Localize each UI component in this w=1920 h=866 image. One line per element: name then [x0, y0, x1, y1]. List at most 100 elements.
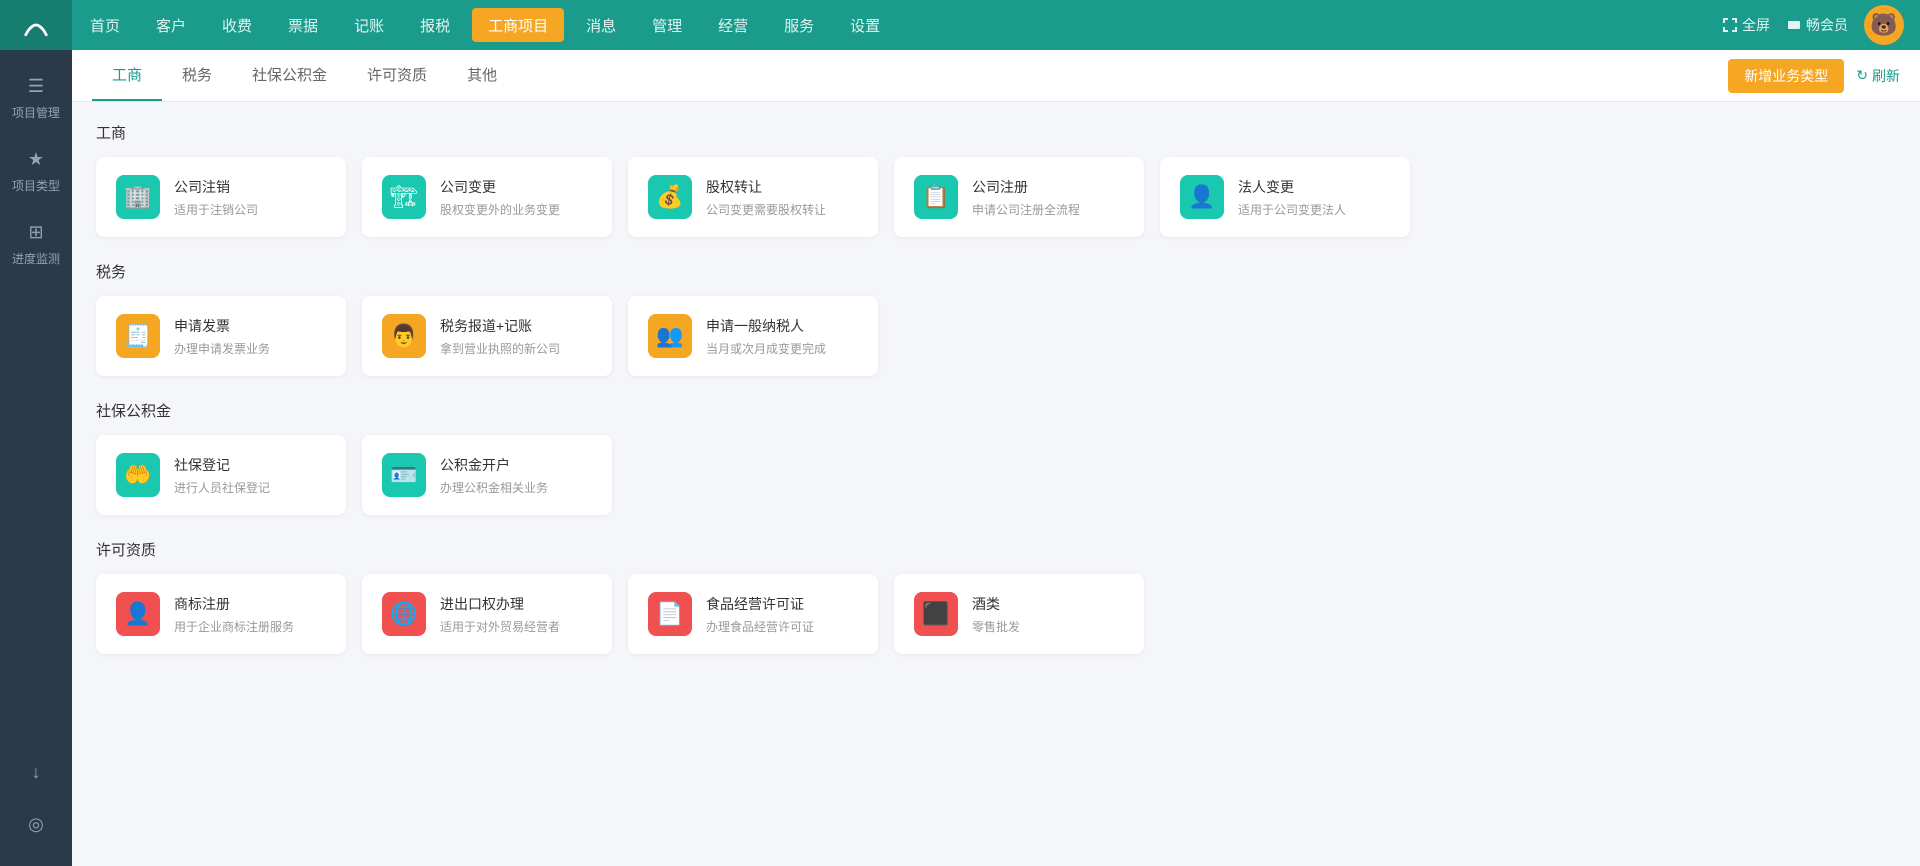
nav-item-消息[interactable]: 消息 — [568, 0, 634, 50]
sidebar-item-进度监测[interactable]: ⊞进度监测 — [0, 206, 72, 279]
top-navigation: 首页客户收费票据记账报税工商项目消息管理经营服务设置 全屏 畅会员 🐻 — [0, 0, 1920, 50]
tab-其他[interactable]: 其他 — [447, 50, 517, 101]
scroll-content: 工商🏢公司注销适用于注销公司🏗公司变更股权变更外的业务变更💰股权转让公司变更需要… — [72, 102, 1920, 866]
sidebar-item-项目类型[interactable]: ★项目类型 — [0, 133, 72, 206]
sidebar: ☰项目管理★项目类型⊞进度监测 ↓ ◎ — [0, 50, 72, 866]
tab-税务[interactable]: 税务 — [162, 50, 232, 101]
card-name: 进出口权办理 — [440, 594, 560, 614]
service-card-公司变更[interactable]: 🏗 公司变更股权变更外的业务变更 — [362, 157, 612, 237]
section-社保公积金: 社保公积金🤲社保登记进行人员社保登记🪪公积金开户办理公积金相关业务 — [96, 400, 1896, 515]
cards-grid: 👤 商标注册用于企业商标注册服务 🌐 进出口权办理适用于对外贸易经营者 📄 食品经营许可证… — [96, 574, 1896, 654]
card-desc: 拿到营业执照的新公司 — [440, 340, 560, 357]
vip-btn[interactable]: 畅会员 — [1786, 15, 1848, 35]
card-desc: 办理公积金相关业务 — [440, 479, 548, 496]
card-name: 商标注册 — [174, 594, 294, 614]
nav-item-服务[interactable]: 服务 — [766, 0, 832, 50]
nav-item-工商项目[interactable]: 工商项目 — [472, 8, 564, 42]
nav-item-首页[interactable]: 首页 — [72, 0, 138, 50]
card-name: 申请一般纳税人 — [706, 316, 826, 336]
tab-许可资质[interactable]: 许可资质 — [347, 50, 447, 101]
card-icon: 👤 — [116, 592, 160, 636]
card-name: 公积金开户 — [440, 455, 548, 475]
logo[interactable] — [0, 0, 72, 50]
service-card-申请发票[interactable]: 🧾 申请发票办理申请发票业务 — [96, 296, 346, 376]
nav-item-记账[interactable]: 记账 — [336, 0, 402, 50]
sidebar-icon: ☰ — [22, 72, 50, 100]
nav-item-客户[interactable]: 客户 — [138, 0, 204, 50]
fullscreen-btn[interactable]: 全屏 — [1722, 15, 1770, 35]
card-name: 税务报道+记账 — [440, 316, 560, 336]
card-name: 申请发票 — [174, 316, 270, 336]
section-许可资质: 许可资质 👤 商标注册用于企业商标注册服务 🌐 进出口权办理适用于对外贸易经营者 📄 食品经… — [96, 539, 1896, 654]
card-info: 申请发票办理申请发票业务 — [174, 316, 270, 357]
card-name: 食品经营许可证 — [706, 594, 814, 614]
card-desc: 适用于注销公司 — [174, 201, 258, 218]
section-工商: 工商🏢公司注销适用于注销公司🏗公司变更股权变更外的业务变更💰股权转让公司变更需要… — [96, 122, 1896, 237]
card-info: 公司注册申请公司注册全流程 — [972, 177, 1080, 218]
add-type-button[interactable]: 新增业务类型 — [1728, 59, 1844, 93]
service-card-公积金开户[interactable]: 🪪公积金开户办理公积金相关业务 — [362, 435, 612, 515]
sidebar-bottom-item[interactable]: ◎ — [0, 798, 72, 850]
section-title: 税务 — [96, 261, 1896, 282]
nav-item-经营[interactable]: 经营 — [700, 0, 766, 50]
card-info: 进出口权办理适用于对外贸易经营者 — [440, 594, 560, 635]
tab-actions: 新增业务类型 ↻ 刷新 — [1728, 59, 1900, 93]
card-icon: 👥 — [648, 314, 692, 358]
card-info: 法人变更适用于公司变更法人 — [1238, 177, 1346, 218]
service-card-商标注册[interactable]: 👤 商标注册用于企业商标注册服务 — [96, 574, 346, 654]
nav-item-管理[interactable]: 管理 — [634, 0, 700, 50]
card-info: 公积金开户办理公积金相关业务 — [440, 455, 548, 496]
card-icon: 🧾 — [116, 314, 160, 358]
cards-grid: 🧾 申请发票办理申请发票业务 👨税务报道+记账拿到营业执照的新公司 👥 申请一般纳税人当… — [96, 296, 1896, 376]
nav-item-设置[interactable]: 设置 — [832, 0, 898, 50]
card-icon: 🌐 — [382, 592, 426, 636]
card-desc: 零售批发 — [972, 618, 1020, 635]
card-desc: 用于企业商标注册服务 — [174, 618, 294, 635]
service-card-进出口权办理[interactable]: 🌐 进出口权办理适用于对外贸易经营者 — [362, 574, 612, 654]
section-title: 许可资质 — [96, 539, 1896, 560]
card-desc: 股权变更外的业务变更 — [440, 201, 560, 218]
service-card-申请一般纳税人[interactable]: 👥 申请一般纳税人当月或次月成变更完成 — [628, 296, 878, 376]
card-desc: 适用于对外贸易经营者 — [440, 618, 560, 635]
service-card-税务报道+记账[interactable]: 👨税务报道+记账拿到营业执照的新公司 — [362, 296, 612, 376]
nav-item-报税[interactable]: 报税 — [402, 0, 468, 50]
section-title: 工商 — [96, 122, 1896, 143]
card-info: 商标注册用于企业商标注册服务 — [174, 594, 294, 635]
card-icon: 🏗 — [382, 175, 426, 219]
card-desc: 办理食品经营许可证 — [706, 618, 814, 635]
card-info: 股权转让公司变更需要股权转让 — [706, 177, 826, 218]
refresh-button[interactable]: ↻ 刷新 — [1856, 66, 1900, 86]
nav-item-收费[interactable]: 收费 — [204, 0, 270, 50]
tabs: 工商税务社保公积金许可资质其他 — [92, 50, 517, 101]
card-desc: 申请公司注册全流程 — [972, 201, 1080, 218]
service-card-酒类[interactable]: ⬛酒类零售批发 — [894, 574, 1144, 654]
user-avatar[interactable]: 🐻 — [1864, 5, 1904, 45]
card-info: 公司变更股权变更外的业务变更 — [440, 177, 560, 218]
service-card-食品经营许可证[interactable]: 📄 食品经营许可证办理食品经营许可证 — [628, 574, 878, 654]
tab-社保公积金[interactable]: 社保公积金 — [232, 50, 347, 101]
service-card-社保登记[interactable]: 🤲 社保登记进行人员社保登记 — [96, 435, 346, 515]
card-info: 社保登记进行人员社保登记 — [174, 455, 270, 496]
sidebar-bottom-icon: ◎ — [22, 810, 50, 838]
card-icon: 📄 — [648, 592, 692, 636]
card-info: 申请一般纳税人当月或次月成变更完成 — [706, 316, 826, 357]
sidebar-bottom-item[interactable]: ↓ — [0, 746, 72, 798]
card-info: 食品经营许可证办理食品经营许可证 — [706, 594, 814, 635]
service-card-法人变更[interactable]: 👤法人变更适用于公司变更法人 — [1160, 157, 1410, 237]
nav-item-票据[interactable]: 票据 — [270, 0, 336, 50]
card-name: 法人变更 — [1238, 177, 1346, 197]
card-desc: 适用于公司变更法人 — [1238, 201, 1346, 218]
service-card-公司注销[interactable]: 🏢公司注销适用于注销公司 — [96, 157, 346, 237]
content-area: 工商税务社保公积金许可资质其他 新增业务类型 ↻ 刷新 工商🏢公司注销适用于注销… — [72, 50, 1920, 866]
card-name: 公司变更 — [440, 177, 560, 197]
service-card-公司注册[interactable]: 📋 公司注册申请公司注册全流程 — [894, 157, 1144, 237]
sidebar-item-项目管理[interactable]: ☰项目管理 — [0, 60, 72, 133]
card-desc: 公司变更需要股权转让 — [706, 201, 826, 218]
service-card-股权转让[interactable]: 💰股权转让公司变更需要股权转让 — [628, 157, 878, 237]
tab-工商[interactable]: 工商 — [92, 50, 162, 101]
nav-right: 全屏 畅会员 🐻 — [1722, 5, 1920, 45]
refresh-icon: ↻ — [1856, 67, 1868, 84]
card-name: 公司注销 — [174, 177, 258, 197]
card-icon: 🤲 — [116, 453, 160, 497]
card-icon: 📋 — [914, 175, 958, 219]
